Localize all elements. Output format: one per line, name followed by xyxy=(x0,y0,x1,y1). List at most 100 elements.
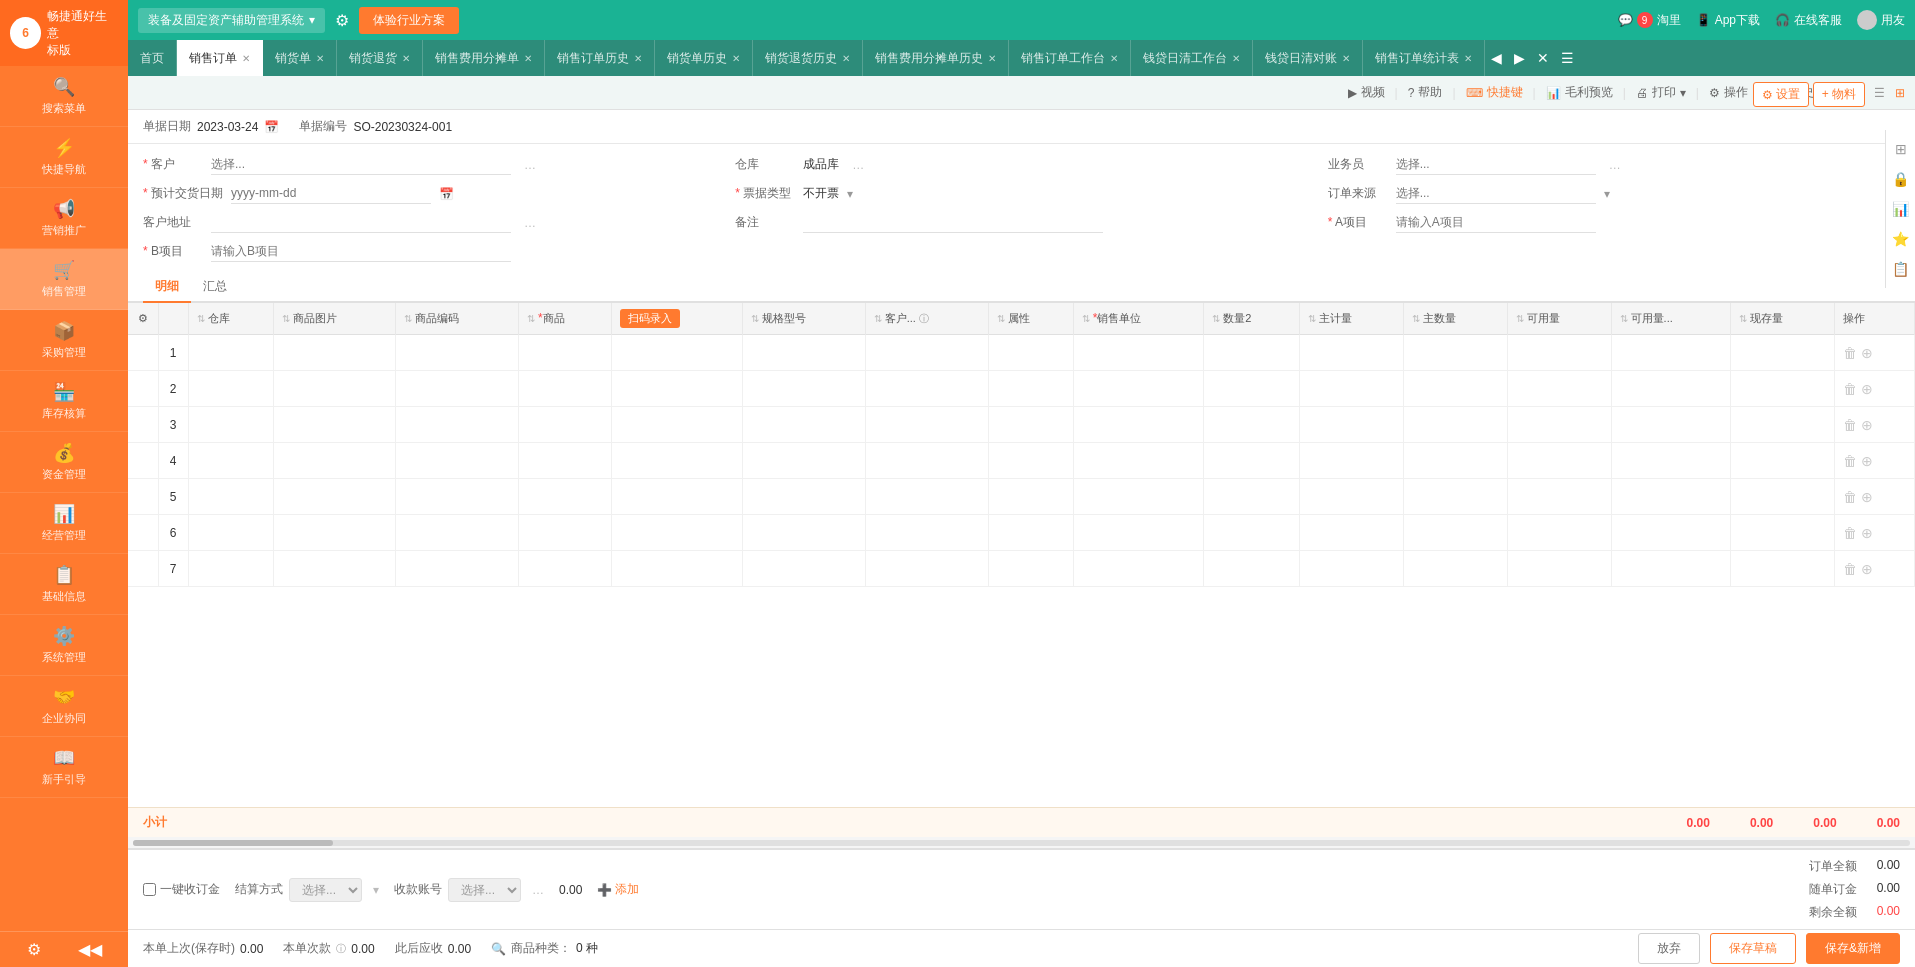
right-panel-icon-2[interactable]: 🔒 xyxy=(1887,165,1915,193)
settings-button[interactable]: ⚙ 设置 xyxy=(1753,82,1809,107)
sidebar-item-finance[interactable]: 💰 资金管理 xyxy=(0,432,128,493)
right-panel-icon-3[interactable]: 📊 xyxy=(1887,195,1915,223)
tab-sales-stats[interactable]: 销售订单统计表 ✕ xyxy=(1363,40,1485,76)
tab-close-all-button[interactable]: ✕ xyxy=(1531,50,1555,66)
tab-detail[interactable]: 明细 xyxy=(143,272,191,303)
row-copy-icon[interactable]: ⊕ xyxy=(1861,381,1873,397)
system-selector[interactable]: 装备及固定资产辅助管理系统 ▾ xyxy=(138,8,325,33)
sidebar-item-quick-nav[interactable]: ⚡ 快捷导航 xyxy=(0,127,128,188)
row-available-qty-cell[interactable] xyxy=(1507,335,1611,371)
col-available-qty[interactable]: ⇅ 可用量 xyxy=(1507,303,1611,335)
gear-settings-icon[interactable]: ⚙ xyxy=(335,11,349,30)
tab-sales-bill-history[interactable]: 销货单历史 ✕ xyxy=(655,40,753,76)
discard-button[interactable]: 放弃 xyxy=(1638,933,1700,964)
delivery-date-input[interactable] xyxy=(231,183,431,204)
row-warehouse-cell[interactable] xyxy=(188,335,273,371)
shortcut-button[interactable]: ⌨ 快捷键 xyxy=(1466,84,1523,101)
calendar-icon[interactable]: 📅 xyxy=(264,120,279,134)
row-attribute-cell[interactable] xyxy=(988,335,1073,371)
tab-sales-return[interactable]: 销货退货 ✕ xyxy=(337,40,423,76)
tab-close-icon[interactable]: ✕ xyxy=(316,53,324,64)
row-sales-unit-cell[interactable] xyxy=(1073,335,1204,371)
b-project-input[interactable] xyxy=(211,241,511,262)
col-main-qty[interactable]: ⇅ 主数量 xyxy=(1403,303,1507,335)
tab-close-icon[interactable]: ✕ xyxy=(1342,53,1350,64)
tab-cashier-daily[interactable]: 钱贷日清工作台 ✕ xyxy=(1131,40,1253,76)
tab-close-icon[interactable]: ✕ xyxy=(1232,53,1240,64)
one-click-payment-checkbox[interactable]: 一键收订金 xyxy=(143,881,220,898)
save-new-button[interactable]: 保存&新增 xyxy=(1806,933,1900,964)
row-delete-icon[interactable]: 🗑 xyxy=(1843,561,1857,577)
save-draft-button[interactable]: 保存草稿 xyxy=(1710,933,1796,964)
tab-close-icon[interactable]: ✕ xyxy=(402,53,410,64)
delivery-calendar-icon[interactable]: 📅 xyxy=(439,187,454,201)
add-payment-button[interactable]: ➕ 添加 xyxy=(597,881,639,898)
sidebar-item-system[interactable]: ⚙️ 系统管理 xyxy=(0,615,128,676)
row-delete-icon[interactable]: 🗑 xyxy=(1843,417,1857,433)
col-product-image[interactable]: ⇅ 商品图片 xyxy=(273,303,396,335)
user-button[interactable]: 用友 xyxy=(1857,10,1905,30)
sidebar-item-basic[interactable]: 📋 基础信息 xyxy=(0,554,128,615)
customer-address-input[interactable] xyxy=(211,212,511,233)
tab-close-icon[interactable]: ✕ xyxy=(732,53,740,64)
tab-menu-button[interactable]: ☰ xyxy=(1555,50,1580,66)
tab-close-icon[interactable]: ✕ xyxy=(1464,53,1472,64)
right-panel-icon-4[interactable]: ⭐ xyxy=(1887,225,1915,253)
sidebar-item-guide[interactable]: 📖 新手引导 xyxy=(0,737,128,798)
sidebar-item-inventory[interactable]: 🏪 库存核算 xyxy=(0,371,128,432)
tab-close-icon[interactable]: ✕ xyxy=(634,53,642,64)
address-more-icon[interactable]: … xyxy=(524,216,536,230)
payment-method-select[interactable]: 选择... xyxy=(289,878,362,902)
order-source-input[interactable] xyxy=(1396,183,1596,204)
tab-prev-button[interactable]: ◀ xyxy=(1485,50,1508,66)
solution-button[interactable]: 体验行业方案 xyxy=(359,7,459,34)
customer-input[interactable] xyxy=(211,154,511,175)
col-customer-code[interactable]: ⇅ 客户... ⓘ xyxy=(865,303,988,335)
operation-button[interactable]: ⚙ 操作 xyxy=(1709,84,1748,101)
sidebar-item-sales[interactable]: 🛒 销售管理 xyxy=(0,249,128,310)
tab-sales-expense-split[interactable]: 销售费用分摊单 ✕ xyxy=(423,40,545,76)
col-available-qty2[interactable]: ⇅ 可用量... xyxy=(1611,303,1730,335)
row-copy-icon[interactable]: ⊕ xyxy=(1861,489,1873,505)
one-click-payment-input[interactable] xyxy=(143,883,156,896)
row-copy-icon[interactable]: ⊕ xyxy=(1861,561,1873,577)
col-attribute[interactable]: ⇅ 属性 xyxy=(988,303,1073,335)
tab-summary[interactable]: 汇总 xyxy=(191,272,239,303)
view-button[interactable]: ▶ 视频 xyxy=(1348,84,1385,101)
row-quantity2-cell[interactable] xyxy=(1204,335,1300,371)
row-stock-qty-cell[interactable] xyxy=(1731,335,1835,371)
sidebar-item-marketing[interactable]: 📢 营销推广 xyxy=(0,188,128,249)
scrollbar-track[interactable] xyxy=(133,840,1910,846)
col-product-code[interactable]: ⇅ 商品编码 xyxy=(396,303,519,335)
row-product-code-cell[interactable] xyxy=(396,335,519,371)
tab-close-icon[interactable]: ✕ xyxy=(842,53,850,64)
row-delete-icon[interactable]: 🗑 xyxy=(1843,345,1857,361)
row-copy-icon[interactable]: ⊕ xyxy=(1861,417,1873,433)
tab-sales-expense-history[interactable]: 销售费用分摊单历史 ✕ xyxy=(863,40,1009,76)
tab-sales-order-workbench[interactable]: 销售订单工作台 ✕ xyxy=(1009,40,1131,76)
tab-close-icon[interactable]: ✕ xyxy=(242,53,250,64)
print-button[interactable]: 🖨 打印 ▾ xyxy=(1636,84,1686,101)
account-more[interactable]: … xyxy=(532,883,544,897)
row-delete-icon[interactable]: 🗑 xyxy=(1843,489,1857,505)
row-main-qty-cell[interactable] xyxy=(1403,335,1507,371)
tab-sales-order-history[interactable]: 销售订单历史 ✕ xyxy=(545,40,655,76)
tab-cashier-reconcile[interactable]: 钱贷日清对账 ✕ xyxy=(1253,40,1363,76)
customer-more-icon[interactable]: … xyxy=(524,158,536,172)
remark-input[interactable] xyxy=(803,212,1103,233)
sidebar-item-enterprise[interactable]: 🤝 企业协同 xyxy=(0,676,128,737)
row-product-image-cell[interactable] xyxy=(273,335,396,371)
app-download-button[interactable]: 📱 App下载 xyxy=(1696,12,1760,29)
row-main-unit-cell[interactable] xyxy=(1299,335,1403,371)
col-settings[interactable]: ⚙ xyxy=(128,303,158,335)
row-delete-icon[interactable]: 🗑 xyxy=(1843,525,1857,541)
row-delete-icon[interactable]: 🗑 xyxy=(1843,453,1857,469)
sidebar-item-purchase[interactable]: 📦 采购管理 xyxy=(0,310,128,371)
col-scan-input[interactable]: 扫码录入 xyxy=(611,303,742,335)
col-main-unit[interactable]: ⇅ 主计量 xyxy=(1299,303,1403,335)
sidebar-settings-icon[interactable]: ⚙ xyxy=(27,940,41,959)
row-copy-icon[interactable]: ⊕ xyxy=(1861,525,1873,541)
message-button[interactable]: 💬 9 淘里 xyxy=(1618,12,1681,29)
salesperson-input[interactable] xyxy=(1396,154,1596,175)
col-quantity2[interactable]: ⇅ 数量2 xyxy=(1204,303,1300,335)
